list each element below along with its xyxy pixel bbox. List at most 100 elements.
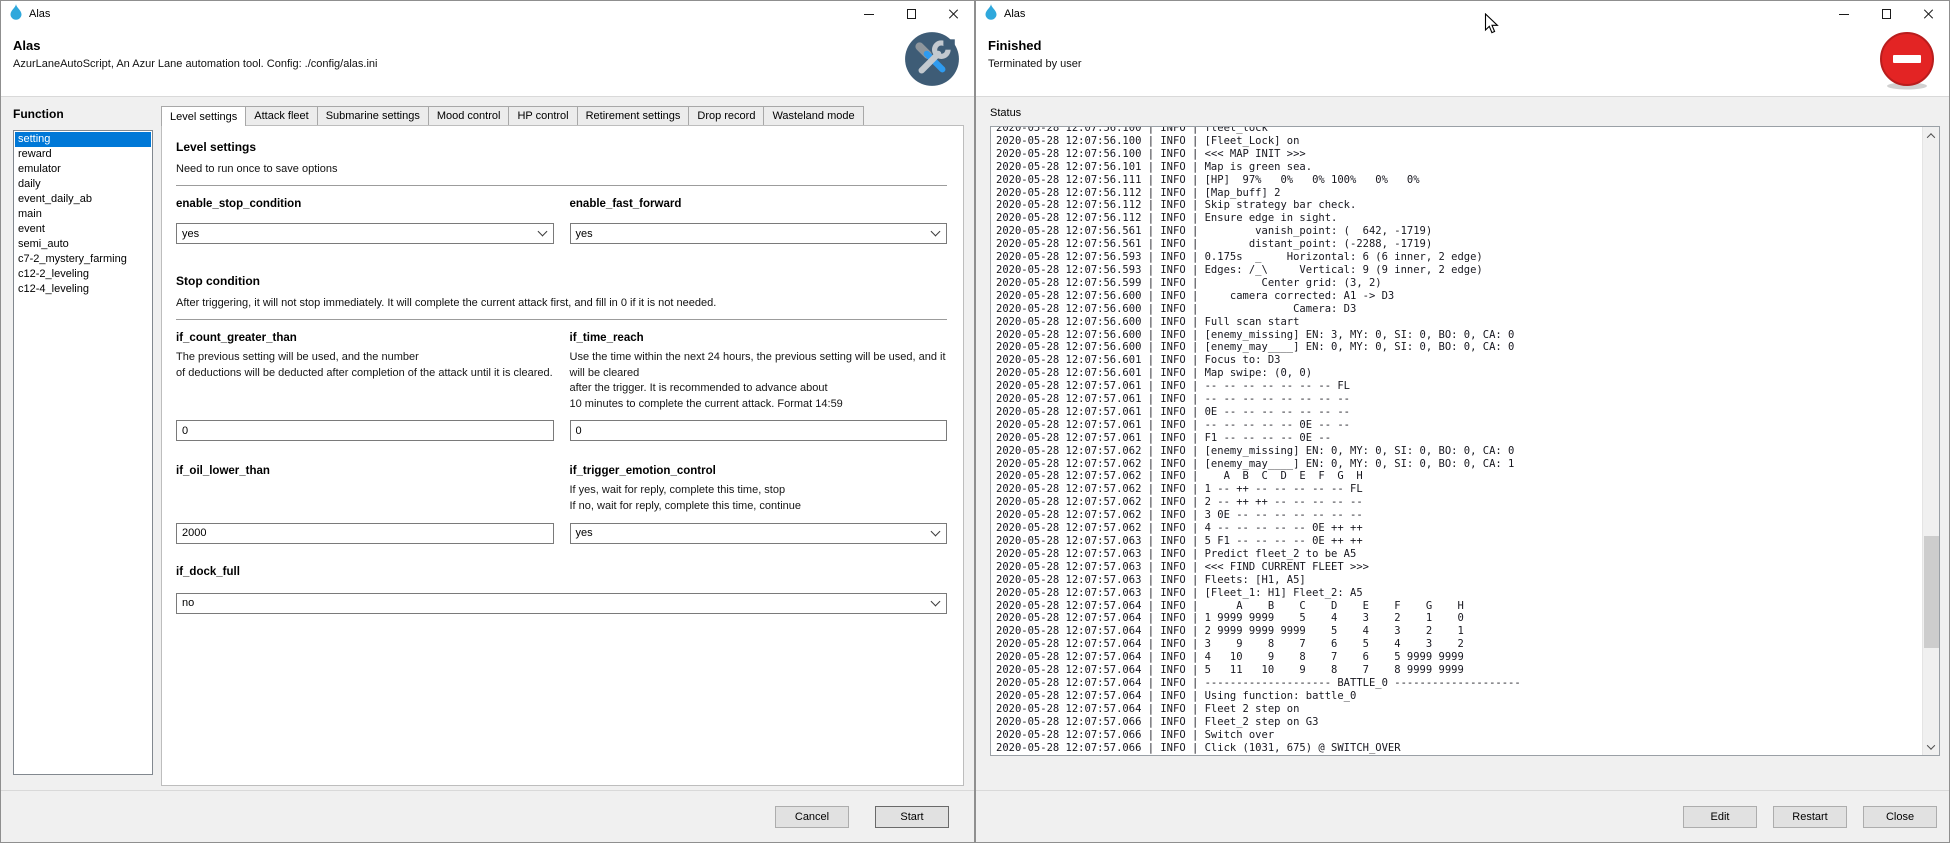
titlebar[interactable]: Alas: [1, 1, 974, 27]
sidebar-item-reward[interactable]: reward: [15, 147, 151, 162]
edit-button[interactable]: Edit: [1683, 806, 1757, 828]
log-line: 2020-05-28 12:07:57.064 | INFO | A B C D…: [996, 600, 1922, 613]
sidebar-item-c12-4-leveling[interactable]: c12-4_leveling: [15, 282, 151, 297]
maximize-button[interactable]: [1865, 1, 1907, 27]
log-line: 2020-05-28 12:07:57.064 | INFO | Fleet 2…: [996, 703, 1922, 716]
settings-footer: Cancel Start: [1, 790, 974, 842]
sidebar-item-emulator[interactable]: emulator: [15, 162, 151, 177]
log-line: 2020-05-28 12:07:57.064 | INFO | 3 9 8 7…: [996, 638, 1922, 651]
select-value: yes: [182, 228, 199, 240]
close-icon: [947, 8, 959, 20]
log-line: 2020-05-28 12:07:56.601 | INFO | Map swi…: [996, 367, 1922, 380]
scroll-down-button[interactable]: [1923, 738, 1939, 755]
alas-droplet-icon: [9, 4, 23, 25]
log-line: 2020-05-28 12:07:57.064 | INFO | 5 11 10…: [996, 664, 1922, 677]
sidebar-item-main[interactable]: main: [15, 207, 151, 222]
status-title: Finished: [988, 38, 1937, 53]
log-line: 2020-05-28 12:07:56.111 | INFO | [HP] 97…: [996, 174, 1922, 187]
sidebar-item-setting[interactable]: setting: [15, 132, 151, 147]
sidebar-item-c12-2-leveling[interactable]: c12-2_leveling: [15, 267, 151, 282]
log-box[interactable]: 2020-05-28 12:07:56.100 | INFO | fleet_l…: [990, 126, 1940, 756]
enable-fast-forward-select[interactable]: yes: [570, 223, 948, 244]
log-line: 2020-05-28 12:07:57.064 | INFO | 1 9999 …: [996, 612, 1922, 625]
log-line: 2020-05-28 12:07:57.062 | INFO | 1 -- ++…: [996, 483, 1922, 496]
settings-window: Alas Alas AzurLaneAutoScript, An Azur La…: [0, 0, 975, 843]
log-line: 2020-05-28 12:07:56.599 | INFO | Center …: [996, 277, 1922, 290]
function-label: Function: [13, 107, 153, 121]
function-sidebar: Function settingrewardemulatordailyevent…: [1, 97, 153, 790]
if-count-greater-than-input[interactable]: [176, 420, 554, 441]
window-title: Alas: [1004, 8, 1025, 20]
log-line: 2020-05-28 12:07:56.100 | INFO | fleet_l…: [996, 127, 1922, 135]
status-window: Alas Finished Terminated by user Status: [975, 0, 1950, 843]
section-title-stop-condition: Stop condition: [176, 274, 947, 288]
restart-button[interactable]: Restart: [1773, 806, 1847, 828]
tab-attack-fleet[interactable]: Attack fleet: [245, 106, 317, 125]
titlebar[interactable]: Alas: [976, 1, 1949, 27]
sidebar-item-semi-auto[interactable]: semi_auto: [15, 237, 151, 252]
enable-stop-condition-select[interactable]: yes: [176, 223, 554, 244]
sidebar-item-event-daily-ab[interactable]: event_daily_ab: [15, 192, 151, 207]
log-line: 2020-05-28 12:07:56.561 | INFO | distant…: [996, 238, 1922, 251]
help-if-time-reach: Use the time within the next 24 hours, t…: [570, 350, 948, 412]
tab-mood-control[interactable]: Mood control: [428, 106, 510, 125]
tab-bar[interactable]: Level settingsAttack fleetSubmarine sett…: [161, 105, 964, 125]
maximize-button[interactable]: [890, 1, 932, 27]
function-list[interactable]: settingrewardemulatordailyevent_daily_ab…: [13, 130, 153, 775]
sidebar-item-event[interactable]: event: [15, 222, 151, 237]
label-if-time-reach: if_time_reach: [570, 332, 948, 344]
log-line: 2020-05-28 12:07:56.600 | INFO | Full sc…: [996, 316, 1922, 329]
log-line: 2020-05-28 12:07:57.062 | INFO | 4 -- --…: [996, 522, 1922, 535]
cancel-button[interactable]: Cancel: [775, 806, 849, 828]
log-line: 2020-05-28 12:07:56.593 | INFO | 0.175s …: [996, 251, 1922, 264]
chevron-down-icon: [537, 227, 547, 237]
log-line: 2020-05-28 12:07:56.100 | INFO | <<< MAP…: [996, 148, 1922, 161]
minimize-button[interactable]: [848, 1, 890, 27]
close-button[interactable]: [1907, 1, 1949, 27]
log-line: 2020-05-28 12:07:57.061 | INFO | 0E -- -…: [996, 406, 1922, 419]
tab-submarine-settings[interactable]: Submarine settings: [317, 106, 429, 125]
chevron-up-icon: [1927, 133, 1935, 141]
close-icon: [1922, 8, 1934, 20]
section-desc-level-settings: Need to run once to save options: [176, 163, 947, 175]
minimize-icon: [864, 14, 874, 15]
log-line: 2020-05-28 12:07:57.062 | INFO | [enemy_…: [996, 458, 1922, 471]
close-button[interactable]: [932, 1, 974, 27]
log-line: 2020-05-28 12:07:56.101 | INFO | Map is …: [996, 161, 1922, 174]
app-header: Alas AzurLaneAutoScript, An Azur Lane au…: [1, 27, 974, 96]
if-dock-full-select[interactable]: no: [176, 593, 947, 614]
log-line: 2020-05-28 12:07:56.600 | INFO | Camera:…: [996, 303, 1922, 316]
if-oil-lower-than-input[interactable]: [176, 523, 554, 544]
sidebar-item-daily[interactable]: daily: [15, 177, 151, 192]
tools-icon: [903, 30, 961, 93]
log-line: 2020-05-28 12:07:57.062 | INFO | [enemy_…: [996, 445, 1922, 458]
start-button[interactable]: Start: [875, 806, 949, 828]
tab-retirement-settings[interactable]: Retirement settings: [577, 106, 690, 125]
status-subtitle: Terminated by user: [988, 58, 1937, 70]
log-line: 2020-05-28 12:07:57.063 | INFO | 5 F1 --…: [996, 535, 1922, 548]
select-value: no: [182, 597, 194, 609]
if-trigger-emotion-control-select[interactable]: yes: [570, 523, 948, 544]
chevron-down-icon: [1927, 741, 1935, 749]
label-if-count-greater-than: if_count_greater_than: [176, 332, 554, 344]
log-line: 2020-05-28 12:07:57.064 | INFO | 4 10 9 …: [996, 651, 1922, 664]
tab-wasteland-mode[interactable]: Wasteland mode: [763, 106, 863, 125]
divider: [176, 319, 947, 320]
close-action-button[interactable]: Close: [1863, 806, 1937, 828]
app-header-title: Alas: [13, 38, 962, 53]
if-time-reach-input[interactable]: [570, 420, 948, 441]
sidebar-item-c7-2-mystery-farming[interactable]: c7-2_mystery_farming: [15, 252, 151, 267]
label-if-oil-lower-than: if_oil_lower_than: [176, 465, 554, 477]
help-if-count-greater-than: The previous setting will be used, and t…: [176, 350, 554, 381]
tab-hp-control[interactable]: HP control: [508, 106, 577, 125]
log-line: 2020-05-28 12:07:57.061 | INFO | F1 -- -…: [996, 432, 1922, 445]
scrollbar-thumb[interactable]: [1924, 536, 1939, 648]
log-line: 2020-05-28 12:07:57.064 | INFO | Using f…: [996, 690, 1922, 703]
tab-level-settings[interactable]: Level settings: [161, 106, 246, 126]
settings-content: Function settingrewardemulatordailyevent…: [1, 96, 974, 790]
log-line: 2020-05-28 12:07:56.600 | INFO | [enemy_…: [996, 341, 1922, 354]
scroll-up-button[interactable]: [1923, 127, 1939, 144]
minimize-button[interactable]: [1823, 1, 1865, 27]
tab-drop-record[interactable]: Drop record: [688, 106, 764, 125]
log-scrollbar[interactable]: [1922, 127, 1939, 755]
